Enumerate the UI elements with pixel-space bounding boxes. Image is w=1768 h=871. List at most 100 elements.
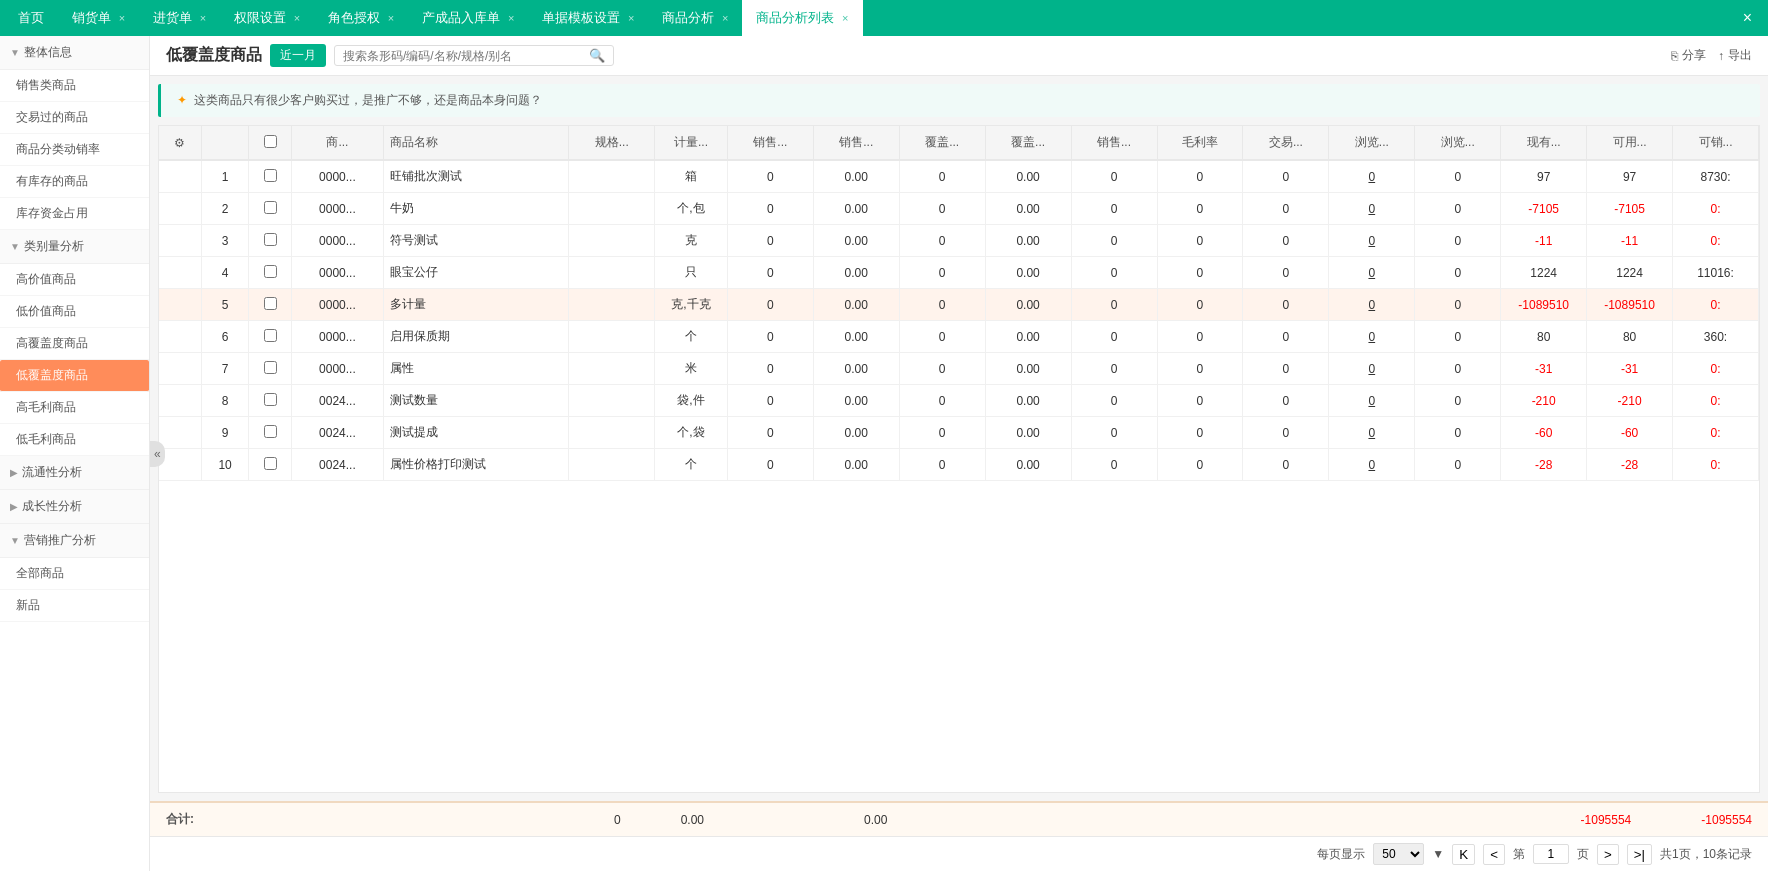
- close-all-tabs-button[interactable]: ×: [1731, 9, 1764, 27]
- coverage1-column-header[interactable]: 覆盖...: [899, 126, 985, 160]
- close-icon[interactable]: ×: [842, 12, 848, 24]
- row-checkbox[interactable]: [264, 201, 277, 214]
- name-cell[interactable]: 属性: [384, 353, 569, 385]
- row-checkbox[interactable]: [264, 169, 277, 182]
- sidebar-section-overall[interactable]: ▼ 整体信息: [0, 36, 149, 70]
- row-checkbox[interactable]: [264, 393, 277, 406]
- select-all-checkbox[interactable]: [264, 135, 277, 148]
- browse1-cell[interactable]: 0: [1329, 321, 1415, 353]
- close-icon[interactable]: ×: [628, 12, 634, 24]
- nav-tab-roles[interactable]: 角色授权 ×: [314, 0, 408, 36]
- sidebar-item-traded-goods[interactable]: 交易过的商品: [0, 102, 149, 134]
- sales-count-column-header[interactable]: 销售...: [727, 126, 813, 160]
- row-checkbox[interactable]: [264, 425, 277, 438]
- available-column-header[interactable]: 可用...: [1587, 126, 1673, 160]
- next-page-button[interactable]: >: [1597, 844, 1619, 865]
- first-page-button[interactable]: K: [1452, 844, 1475, 865]
- nav-tab-analysis-list[interactable]: 商品分析列表 ×: [742, 0, 862, 36]
- sidebar-item-in-stock[interactable]: 有库存的商品: [0, 166, 149, 198]
- page-number-input[interactable]: [1533, 844, 1569, 864]
- checkbox-column-header[interactable]: [249, 126, 291, 160]
- close-icon[interactable]: ×: [119, 12, 125, 24]
- current-column-header[interactable]: 现有...: [1501, 126, 1587, 160]
- nav-tab-sales[interactable]: 销货单 ×: [58, 0, 139, 36]
- sidebar-item-category-rate[interactable]: 商品分类动销率: [0, 134, 149, 166]
- browse1-cell[interactable]: 0: [1329, 385, 1415, 417]
- unit-column-header[interactable]: 计量...: [655, 126, 728, 160]
- transaction-column-header[interactable]: 交易...: [1243, 126, 1329, 160]
- browse1-column-header[interactable]: 浏览...: [1329, 126, 1415, 160]
- name-cell[interactable]: 测试提成: [384, 417, 569, 449]
- checkbox-cell[interactable]: [249, 417, 291, 449]
- row-checkbox[interactable]: [264, 361, 277, 374]
- close-icon[interactable]: ×: [722, 12, 728, 24]
- sidebar-item-new-goods[interactable]: 新品: [0, 590, 149, 622]
- sidebar-item-high-margin[interactable]: 高毛利商品: [0, 392, 149, 424]
- checkbox-cell[interactable]: [249, 321, 291, 353]
- sidebar-section-growth[interactable]: ▶ 成长性分析: [0, 490, 149, 524]
- nav-tab-permissions[interactable]: 权限设置 ×: [220, 0, 314, 36]
- browse1-cell[interactable]: 0: [1329, 289, 1415, 321]
- nav-tab-warehouse[interactable]: 产成品入库单 ×: [408, 0, 528, 36]
- close-icon[interactable]: ×: [294, 12, 300, 24]
- browse2-column-header[interactable]: 浏览...: [1415, 126, 1501, 160]
- export-button[interactable]: ↑ 导出: [1718, 47, 1752, 64]
- checkbox-cell[interactable]: [249, 353, 291, 385]
- nav-tab-template[interactable]: 单据模板设置 ×: [528, 0, 648, 36]
- row-checkbox[interactable]: [264, 233, 277, 246]
- sidebar-item-sales-goods[interactable]: 销售类商品: [0, 70, 149, 102]
- saleable-column-header[interactable]: 可销...: [1673, 126, 1759, 160]
- name-cell[interactable]: 旺铺批次测试: [384, 160, 569, 193]
- page-size-select[interactable]: 50 20 100 200: [1373, 843, 1424, 865]
- browse1-cell[interactable]: 0: [1329, 353, 1415, 385]
- sidebar-collapse-button[interactable]: «: [150, 441, 165, 467]
- code-column-header[interactable]: 商...: [291, 126, 384, 160]
- sidebar-section-circulation[interactable]: ▶ 流通性分析: [0, 456, 149, 490]
- prev-page-button[interactable]: <: [1483, 844, 1505, 865]
- browse1-cell[interactable]: 0: [1329, 160, 1415, 193]
- checkbox-cell[interactable]: [249, 193, 291, 225]
- browse1-cell[interactable]: 0: [1329, 417, 1415, 449]
- close-icon[interactable]: ×: [388, 12, 394, 24]
- sidebar-item-all-goods[interactable]: 全部商品: [0, 558, 149, 590]
- row-checkbox[interactable]: [264, 457, 277, 470]
- time-filter-button[interactable]: 近一月: [270, 44, 326, 67]
- search-input[interactable]: [343, 49, 585, 63]
- nav-tab-analysis[interactable]: 商品分析 ×: [648, 0, 742, 36]
- share-button[interactable]: ⎘ 分享: [1671, 47, 1706, 64]
- nav-tab-home[interactable]: 首页: [4, 0, 58, 36]
- nav-tab-purchase[interactable]: 进货单 ×: [139, 0, 220, 36]
- gross-rate-column-header[interactable]: 毛利率: [1157, 126, 1243, 160]
- sidebar-item-stock-capital[interactable]: 库存资金占用: [0, 198, 149, 230]
- name-cell[interactable]: 多计量: [384, 289, 569, 321]
- name-column-header[interactable]: 商品名称: [384, 126, 569, 160]
- spec-column-header[interactable]: 规格...: [569, 126, 655, 160]
- last-page-button[interactable]: >|: [1627, 844, 1652, 865]
- close-icon[interactable]: ×: [200, 12, 206, 24]
- sidebar-item-high-value[interactable]: 高价值商品: [0, 264, 149, 296]
- coverage2-column-header[interactable]: 覆盖...: [985, 126, 1071, 160]
- sidebar-item-low-margin[interactable]: 低毛利商品: [0, 424, 149, 456]
- sidebar-item-low-value[interactable]: 低价值商品: [0, 296, 149, 328]
- name-cell[interactable]: 符号测试: [384, 225, 569, 257]
- sales3-column-header[interactable]: 销售...: [1071, 126, 1157, 160]
- name-cell[interactable]: 眼宝公仔: [384, 257, 569, 289]
- checkbox-cell[interactable]: [249, 449, 291, 481]
- browse1-cell[interactable]: 0: [1329, 193, 1415, 225]
- checkbox-cell[interactable]: [249, 225, 291, 257]
- browse1-cell[interactable]: 0: [1329, 257, 1415, 289]
- sidebar-section-category[interactable]: ▼ 类别量分析: [0, 230, 149, 264]
- row-checkbox[interactable]: [264, 265, 277, 278]
- browse1-cell[interactable]: 0: [1329, 225, 1415, 257]
- settings-column-header[interactable]: ⚙: [159, 126, 201, 160]
- row-checkbox[interactable]: [264, 329, 277, 342]
- name-cell[interactable]: 启用保质期: [384, 321, 569, 353]
- checkbox-cell[interactable]: [249, 385, 291, 417]
- sidebar-item-low-coverage[interactable]: 低覆盖度商品: [0, 360, 149, 392]
- sales-amount-column-header[interactable]: 销售...: [813, 126, 899, 160]
- close-icon[interactable]: ×: [508, 12, 514, 24]
- sidebar-section-marketing[interactable]: ▼ 营销推广分析: [0, 524, 149, 558]
- checkbox-cell[interactable]: [249, 289, 291, 321]
- name-cell[interactable]: 牛奶: [384, 193, 569, 225]
- sidebar-item-high-coverage[interactable]: 高覆盖度商品: [0, 328, 149, 360]
